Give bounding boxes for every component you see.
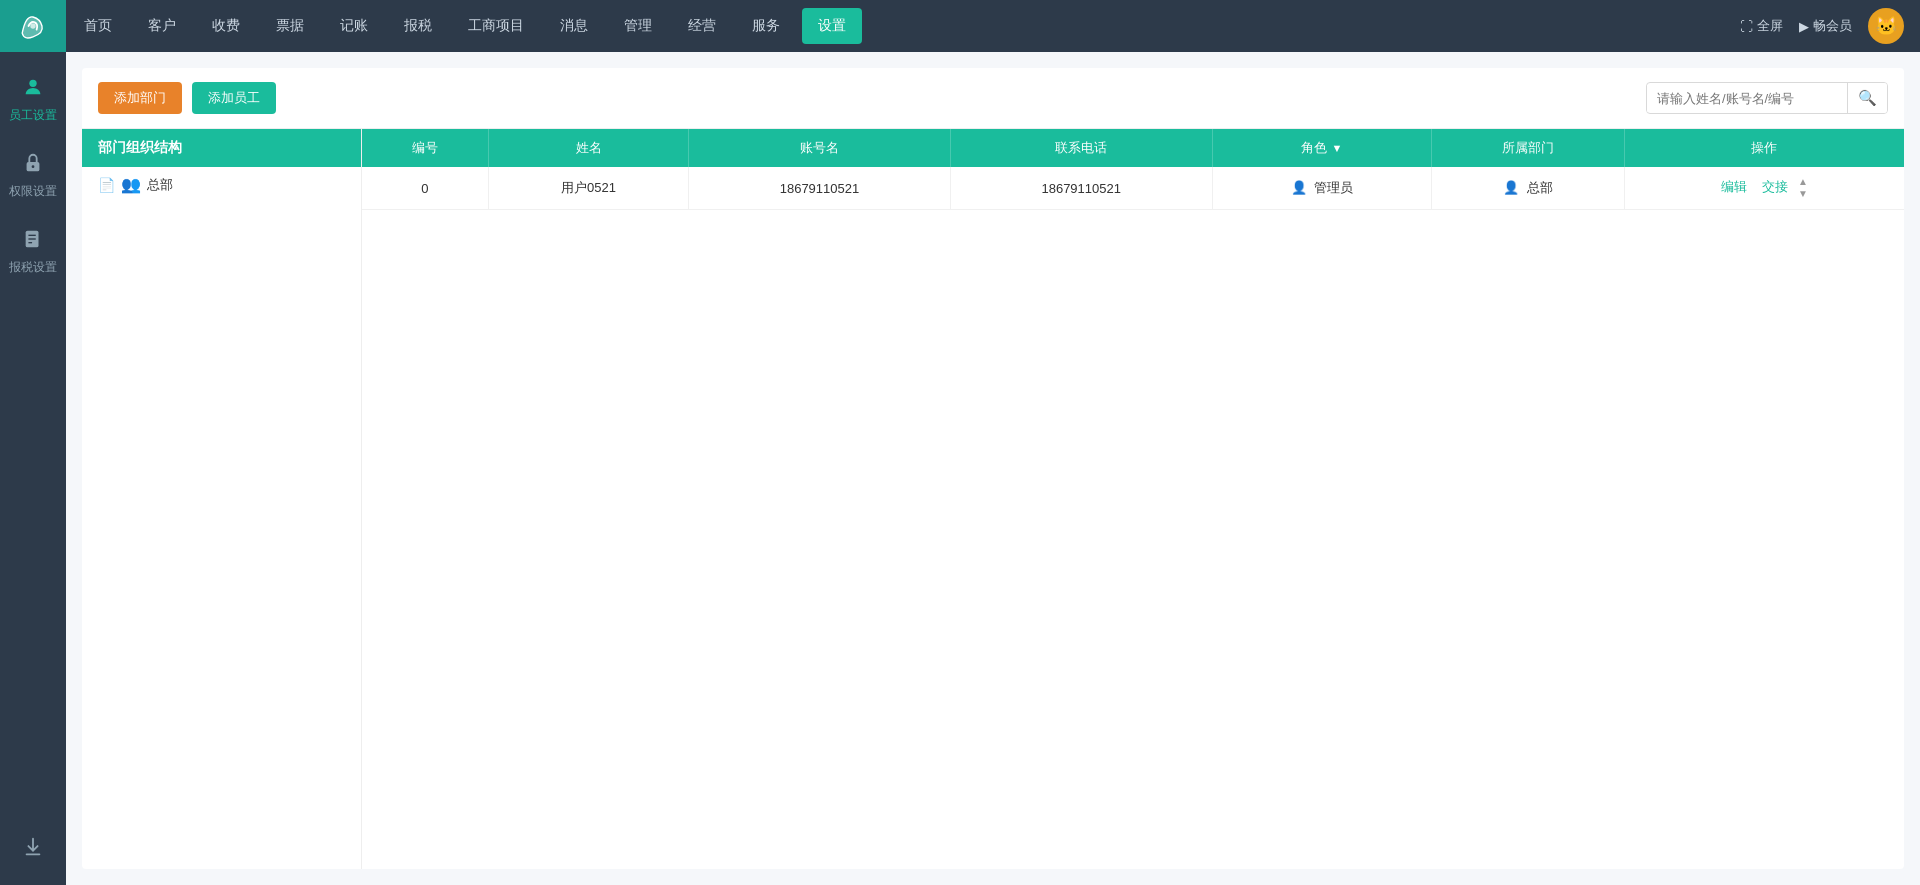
sidebar: 员工设置 权限设置 报税设置 bbox=[0, 52, 66, 885]
logo[interactable] bbox=[0, 0, 66, 52]
nav-bookkeeping[interactable]: 记账 bbox=[322, 0, 386, 52]
col-role[interactable]: 角色 ▼ bbox=[1212, 129, 1431, 167]
col-action: 操作 bbox=[1624, 129, 1904, 167]
svg-point-1 bbox=[29, 80, 36, 87]
nav-tax[interactable]: 报税 bbox=[386, 0, 450, 52]
sidebar-item-tax-settings[interactable]: 报税设置 bbox=[0, 214, 66, 290]
nav-service[interactable]: 服务 bbox=[734, 0, 798, 52]
file-icon: 📄 bbox=[98, 177, 115, 193]
sidebar-bottom bbox=[0, 822, 66, 875]
col-id: 编号 bbox=[362, 129, 488, 167]
employee-icon bbox=[22, 76, 44, 103]
tax-settings-icon bbox=[22, 228, 44, 255]
table-row: 0 用户0521 18679110521 18679110521 👤 管理员 👤 bbox=[362, 167, 1904, 210]
edit-link[interactable]: 编辑 bbox=[1721, 179, 1747, 194]
user-group-icon: 👥 bbox=[121, 175, 141, 194]
employee-table: 编号 姓名 账号名 联系电话 角色 ▼ 所属部门 bbox=[362, 129, 1904, 210]
user-avatar[interactable]: 🐱 bbox=[1868, 8, 1904, 44]
cell-dept: 👤 总部 bbox=[1432, 167, 1625, 210]
nav-business[interactable]: 工商项目 bbox=[450, 0, 542, 52]
scroll-up-icon[interactable]: ▲ bbox=[1798, 177, 1808, 187]
table-panel: 编号 姓名 账号名 联系电话 角色 ▼ 所属部门 bbox=[362, 129, 1904, 869]
nav-home[interactable]: 首页 bbox=[66, 0, 130, 52]
top-navigation: 首页 客户 收费 票据 记账 报税 工商项目 消息 管理 经营 服务 设置 ⛶ … bbox=[0, 0, 1920, 52]
nav-billing[interactable]: 收费 bbox=[194, 0, 258, 52]
role-icon: 👤 bbox=[1291, 180, 1307, 195]
search-icon: 🔍 bbox=[1858, 89, 1877, 106]
sidebar-download-btn[interactable] bbox=[0, 822, 66, 875]
transfer-link[interactable]: 交接 bbox=[1762, 179, 1788, 194]
cell-phone: 18679110521 bbox=[950, 167, 1212, 210]
col-name: 姓名 bbox=[488, 129, 688, 167]
nav-invoice[interactable]: 票据 bbox=[258, 0, 322, 52]
col-dept: 所属部门 bbox=[1432, 129, 1625, 167]
nav-manage[interactable]: 管理 bbox=[606, 0, 670, 52]
add-emp-button[interactable]: 添加员工 bbox=[192, 82, 276, 114]
nav-settings[interactable]: 设置 bbox=[802, 8, 862, 44]
tree-item-root[interactable]: 📄 👥 总部 bbox=[82, 167, 361, 202]
sidebar-item-employee[interactable]: 员工设置 bbox=[0, 62, 66, 138]
panel-body: 部门组织结构 📄 👥 总部 编号 姓名 账号名 bbox=[82, 129, 1904, 869]
cell-role: 👤 管理员 bbox=[1212, 167, 1431, 210]
col-phone: 联系电话 bbox=[950, 129, 1212, 167]
nav-customer[interactable]: 客户 bbox=[130, 0, 194, 52]
lock-icon bbox=[22, 152, 44, 179]
tree-panel: 部门组织结构 📄 👥 总部 bbox=[82, 129, 362, 869]
download-icon bbox=[22, 836, 44, 861]
member-btn[interactable]: ▶ 畅会员 bbox=[1799, 17, 1852, 35]
cell-account: 18679110521 bbox=[689, 167, 951, 210]
cell-name: 用户0521 bbox=[488, 167, 688, 210]
search-button[interactable]: 🔍 bbox=[1847, 83, 1887, 113]
svg-point-0 bbox=[30, 23, 35, 28]
fullscreen-icon: ⛶ bbox=[1740, 19, 1753, 34]
nav-items: 首页 客户 收费 票据 记账 报税 工商项目 消息 管理 经营 服务 设置 bbox=[66, 0, 1740, 52]
nav-message[interactable]: 消息 bbox=[542, 0, 606, 52]
tree-item-label: 总部 bbox=[147, 176, 173, 194]
add-dept-button[interactable]: 添加部门 bbox=[98, 82, 182, 114]
svg-rect-8 bbox=[26, 853, 41, 855]
cell-actions: 编辑 交接 ▲ ▼ bbox=[1624, 167, 1904, 210]
svg-point-3 bbox=[32, 165, 35, 168]
main-layout: 员工设置 权限设置 报税设置 bbox=[0, 52, 1920, 885]
filter-icon: ▼ bbox=[1331, 142, 1342, 154]
nav-operation[interactable]: 经营 bbox=[670, 0, 734, 52]
sidebar-item-permission[interactable]: 权限设置 bbox=[0, 138, 66, 214]
toolbar: 添加部门 添加员工 🔍 bbox=[82, 68, 1904, 129]
fullscreen-btn[interactable]: ⛶ 全屏 bbox=[1740, 17, 1783, 35]
play-icon: ▶ bbox=[1799, 19, 1809, 34]
nav-right: ⛶ 全屏 ▶ 畅会员 🐱 bbox=[1740, 8, 1920, 44]
tree-header: 部门组织结构 bbox=[82, 129, 361, 167]
search-input[interactable] bbox=[1647, 85, 1847, 112]
cell-id: 0 bbox=[362, 167, 488, 210]
col-account: 账号名 bbox=[689, 129, 951, 167]
dept-icon: 👤 bbox=[1503, 180, 1519, 195]
scroll-down-icon[interactable]: ▼ bbox=[1798, 189, 1808, 199]
content-area: 添加部门 添加员工 🔍 部门组织结构 📄 👥 总部 bbox=[66, 52, 1920, 885]
search-box: 🔍 bbox=[1646, 82, 1888, 114]
content-inner: 添加部门 添加员工 🔍 部门组织结构 📄 👥 总部 bbox=[82, 68, 1904, 869]
